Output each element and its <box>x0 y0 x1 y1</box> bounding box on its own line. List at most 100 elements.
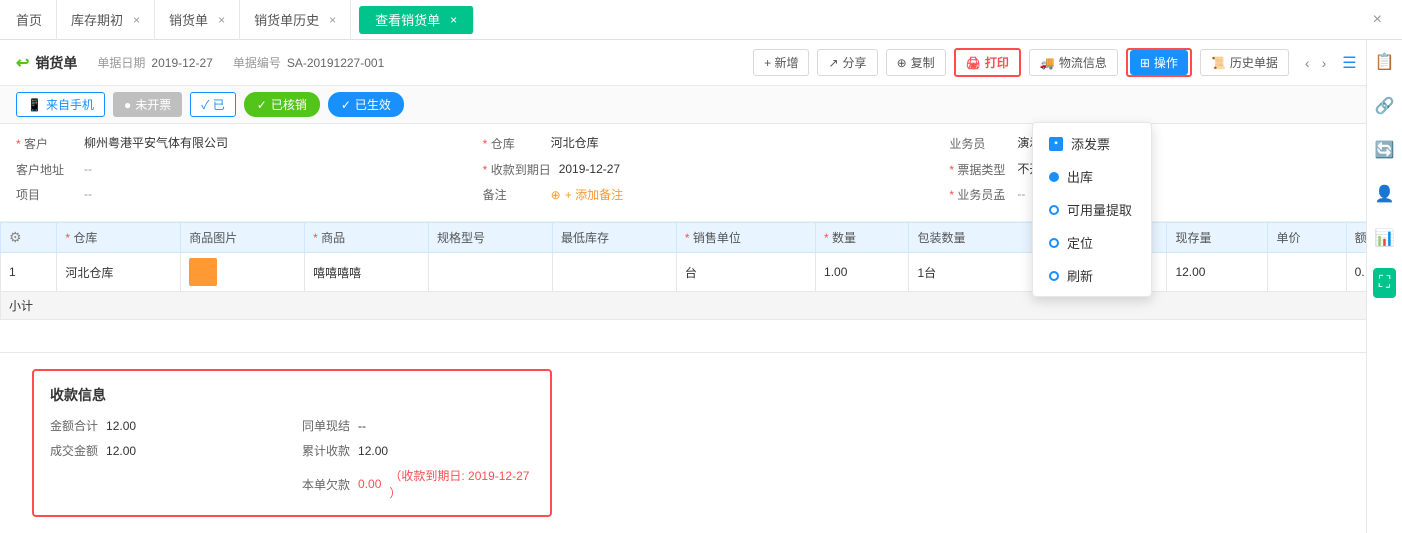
main-content: ↩ 销货单 单据日期 2019-12-27 单据编号 SA-20191227-0… <box>0 40 1402 533</box>
col-warehouse: 仓库 <box>57 223 181 253</box>
operations-button[interactable]: ⊞ 操作 <box>1130 50 1188 75</box>
add-invoice-icon: ▪ <box>1049 137 1063 151</box>
ticket-icon: ● <box>124 98 131 112</box>
cell-pack-qty: 1台 <box>909 253 1033 292</box>
same-order-settlement-value: -- <box>358 419 366 433</box>
sidebar-icon-1[interactable]: 📋 <box>1371 48 1399 76</box>
col-product-image: 商品图片 <box>181 223 305 253</box>
operations-icon: ⊞ <box>1140 56 1150 70</box>
sidebar-icon-2[interactable]: 🔗 <box>1371 92 1399 120</box>
share-icon: ↗ <box>828 56 838 70</box>
not-open-button[interactable]: ● 未开票 <box>113 92 182 117</box>
list-view-icon[interactable]: ☰ <box>1338 51 1360 75</box>
cell-sales-unit: 台 <box>676 253 815 292</box>
available-qty-item[interactable]: 可用量提取 <box>1033 193 1151 226</box>
from-phone-button[interactable]: 📱 来自手机 <box>16 92 105 117</box>
new-button[interactable]: + 新增 <box>753 49 809 76</box>
doc-date-value: 2019-12-27 <box>151 56 212 70</box>
doc-title: ↩ 销货单 <box>16 53 77 73</box>
verified-button[interactable]: ✓ 已核销 <box>244 92 320 117</box>
col-spec: 规格型号 <box>429 223 553 253</box>
table-row: 1 河北仓库 嘻嘻嘻嘻 台 1.00 1台 12.00 0. <box>1 253 1402 292</box>
sidebar-icon-3[interactable]: 🔄 <box>1371 136 1399 164</box>
outbound-icon <box>1049 172 1059 182</box>
cell-stock: 12.00 <box>1167 253 1268 292</box>
settings-icon[interactable]: ⚙ <box>9 229 22 245</box>
tab-sales-order[interactable]: 销货单 × <box>155 0 240 40</box>
payment-title: 收款信息 <box>50 385 534 405</box>
tab-home[interactable]: 首页 <box>10 0 57 40</box>
customer-value: 柳州粤港平安气体有限公司 <box>84 134 228 152</box>
share-button[interactable]: ↗ 分享 <box>817 49 877 76</box>
project-value: -- <box>84 187 92 202</box>
cumulative-payment-value: 12.00 <box>358 444 388 458</box>
phone-icon: 📱 <box>27 98 42 112</box>
order-debt-note: （收款到期日: 2019-12-27 ） <box>389 467 534 501</box>
tab-inventory-init[interactable]: 库存期初 × <box>57 0 155 40</box>
outbound-item[interactable]: 出库 <box>1033 160 1151 193</box>
prev-arrow[interactable]: ‹ <box>1301 53 1314 73</box>
logistics-button[interactable]: 🚚 物流信息 <box>1029 49 1118 76</box>
ticket-type-label: 票据类型 <box>949 161 1009 178</box>
tab-close-view-sales[interactable]: × <box>450 13 457 27</box>
biz-employee-field: 业务员孟 -- <box>949 186 1386 203</box>
doc-number-field: 单据编号 SA-20191227-001 <box>233 54 384 71</box>
check-button[interactable]: ✓ 已 <box>190 92 236 117</box>
cell-row-num: 1 <box>1 253 57 292</box>
tab-close-sales-order[interactable]: × <box>218 13 225 27</box>
add-invoice-item[interactable]: ▪ 添发票 <box>1033 127 1151 160</box>
customer-label: 客户 <box>16 135 76 152</box>
effective-button[interactable]: ✓ 已生效 <box>328 92 404 117</box>
refresh-icon <box>1049 271 1059 281</box>
available-qty-icon <box>1049 205 1059 215</box>
nav-arrows: ‹ › <box>1301 53 1330 73</box>
history-button[interactable]: 📜 历史单据 <box>1200 49 1289 76</box>
payment-date-field: 收款到期日 2019-12-27 <box>483 161 920 178</box>
order-debt-item: 本单欠款 0.00 （收款到期日: 2019-12-27 ） <box>302 467 534 501</box>
verified-icon: ✓ <box>257 98 267 112</box>
project-field: 项目 -- <box>16 186 453 203</box>
doc-meta: 单据日期 2019-12-27 单据编号 SA-20191227-001 <box>97 54 384 71</box>
cell-product: 嘻嘻嘻嘻 <box>305 253 429 292</box>
address-value: -- <box>84 162 92 177</box>
order-debt-value: 0.00 <box>358 477 381 491</box>
locate-item[interactable]: 定位 <box>1033 226 1151 259</box>
cell-min-stock <box>552 253 676 292</box>
next-arrow[interactable]: › <box>1318 53 1331 73</box>
add-note-button[interactable]: ⊕ + 添加备注 <box>551 186 623 203</box>
cell-quantity: 1.00 <box>816 253 909 292</box>
doc-type-label: 销货单 <box>35 53 77 73</box>
history-icon: 📜 <box>1211 56 1226 70</box>
col-sales-unit: 销售单位 <box>676 223 815 253</box>
col-unit-price: 单价 <box>1268 223 1346 253</box>
status-bar: 📱 来自手机 ● 未开票 ✓ 已 ✓ 已核销 ✓ 已生效 ▪ 添发票 <box>0 86 1402 124</box>
project-label: 项目 <box>16 186 76 203</box>
sidebar-icon-4[interactable]: 👤 <box>1371 180 1399 208</box>
product-thumbnail <box>189 258 217 286</box>
col-product: 商品 <box>305 223 429 253</box>
copy-button[interactable]: ⊕ 复制 <box>886 49 946 76</box>
deal-amount-value: 12.00 <box>106 444 136 458</box>
col-pack-qty: 包装数量 <box>909 223 1033 253</box>
effective-icon: ✓ <box>341 98 351 112</box>
tab-close-inventory-init[interactable]: × <box>133 13 140 27</box>
tab-close-sales-history[interactable]: × <box>329 13 336 27</box>
tab-view-sales[interactable]: 查看销货单 × <box>359 6 474 34</box>
biz-employee-label: 业务员孟 <box>949 186 1009 203</box>
refresh-item[interactable]: 刷新 <box>1033 259 1151 292</box>
print-icon: 🖨 <box>966 56 981 70</box>
tab-sales-history[interactable]: 销货单历史 × <box>240 0 351 40</box>
same-order-settlement-item: 同单现结 -- <box>302 417 534 434</box>
cell-unit-price <box>1268 253 1346 292</box>
sidebar-icon-expand[interactable]: ⛶ <box>1373 268 1396 298</box>
table-header-row: ⚙ 仓库 商品图片 商品 规格型号 最低库存 销售单位 数量 包装数量 可用量 … <box>1 223 1402 253</box>
form-section: 客户 柳州粤港平安气体有限公司 仓库 河北仓库 业务员 演示账号 客户地址 --… <box>0 124 1402 222</box>
print-button[interactable]: 🖨 打印 <box>954 48 1021 77</box>
cell-warehouse: 河北仓库 <box>57 253 181 292</box>
tab-close-button[interactable]: × <box>1363 11 1392 29</box>
payment-info-section: 收款信息 金额合计 12.00 同单现结 -- 成交金额 12.00 累计收款 … <box>0 353 1402 533</box>
product-table: ⚙ 仓库 商品图片 商品 规格型号 最低库存 销售单位 数量 包装数量 可用量 … <box>0 222 1402 320</box>
sidebar-icon-5[interactable]: 📊 <box>1371 224 1399 252</box>
payment-box: 收款信息 金额合计 12.00 同单现结 -- 成交金额 12.00 累计收款 … <box>32 369 552 517</box>
doc-type-icon: ↩ <box>16 53 29 73</box>
